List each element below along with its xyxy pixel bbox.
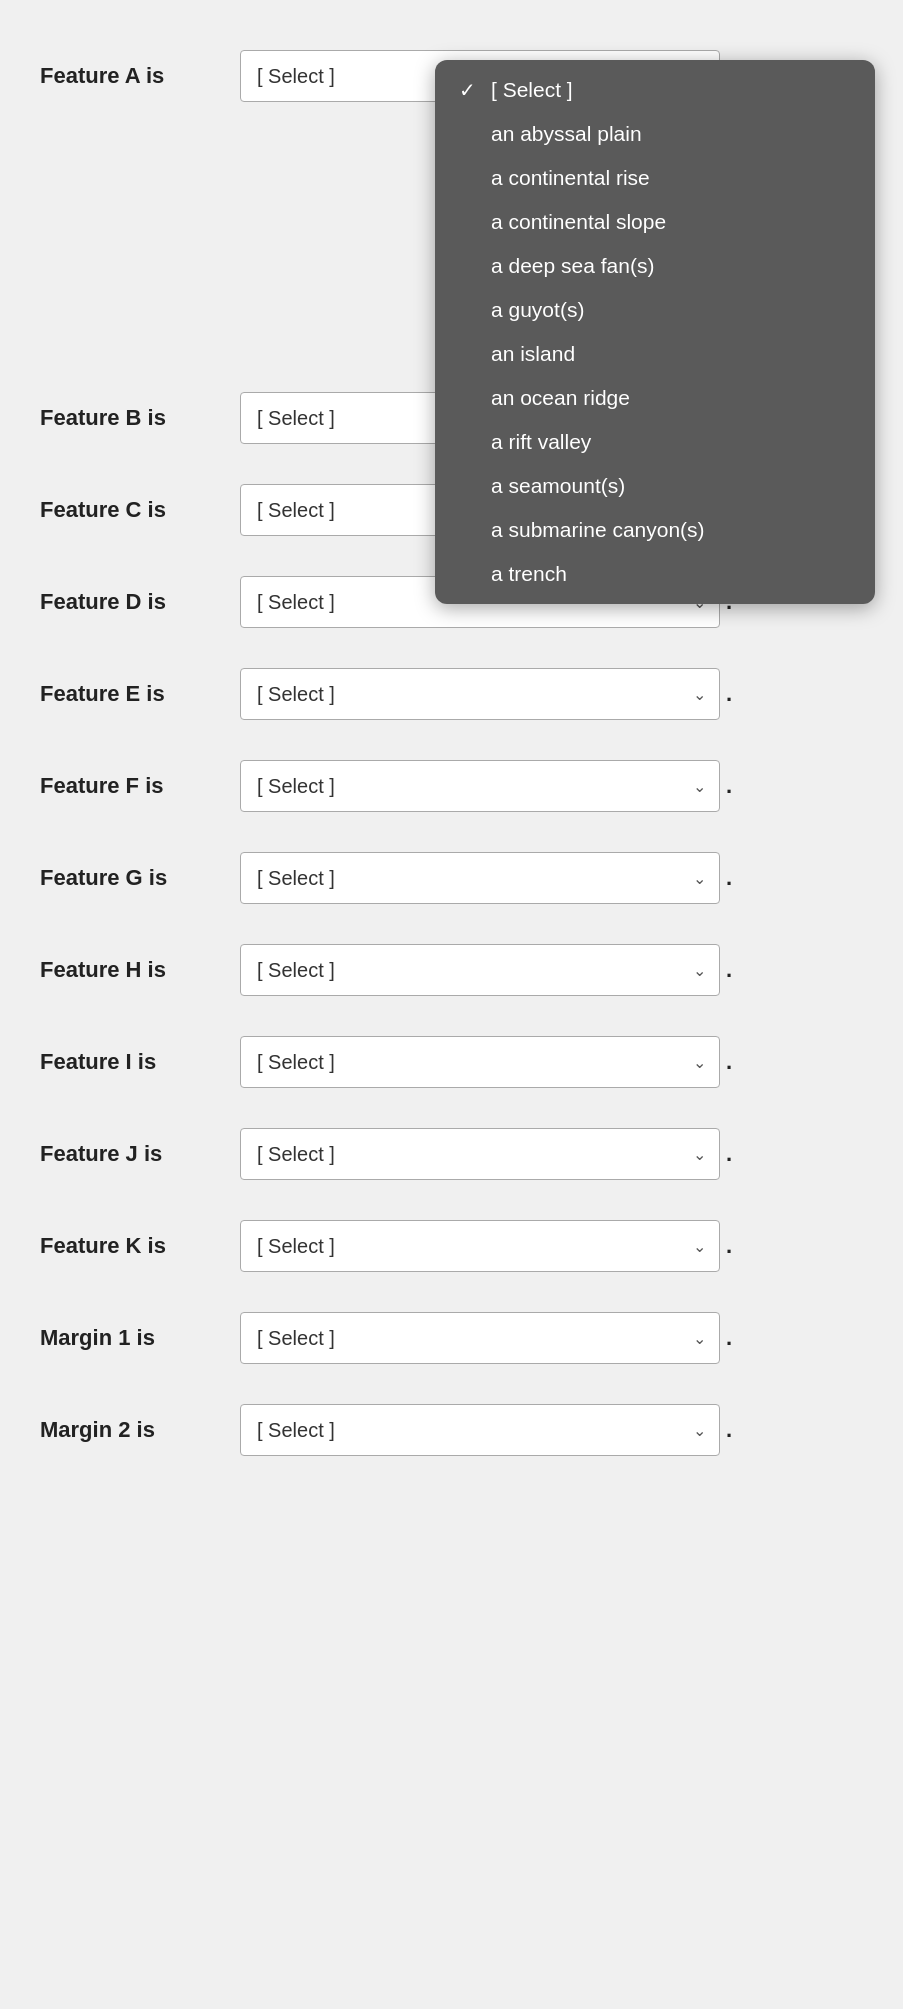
select-margin-2[interactable]: [ Select ] an abyssal plain a continenta…	[240, 1404, 720, 1456]
select-wrapper-feature-i: [ Select ] an abyssal plain a continenta…	[240, 1036, 720, 1088]
dot-feature-h: .	[726, 957, 732, 983]
form-row-feature-h: Feature H is [ Select ] an abyssal plain…	[40, 944, 863, 996]
dropdown-menu: ✓ [ Select ] an abyssal plain a continen…	[435, 60, 875, 604]
dropdown-item-label: a guyot(s)	[491, 298, 584, 322]
select-wrapper-feature-k: [ Select ] an abyssal plain a continenta…	[240, 1220, 720, 1272]
label-feature-k: Feature K is	[40, 1233, 240, 1259]
select-wrapper-feature-e: [ Select ] an abyssal plain a continenta…	[240, 668, 720, 720]
label-margin-2: Margin 2 is	[40, 1417, 240, 1443]
check-icon: ✓	[459, 78, 487, 102]
dot-margin-1: .	[726, 1325, 732, 1351]
select-feature-k[interactable]: [ Select ] an abyssal plain a continenta…	[240, 1220, 720, 1272]
label-feature-b: Feature B is	[40, 405, 240, 431]
form-row-feature-j: Feature J is [ Select ] an abyssal plain…	[40, 1128, 863, 1180]
select-wrapper-feature-g: [ Select ] an abyssal plain a continenta…	[240, 852, 720, 904]
form-row-feature-g: Feature G is [ Select ] an abyssal plain…	[40, 852, 863, 904]
select-wrapper-feature-f: [ Select ] an abyssal plain a continenta…	[240, 760, 720, 812]
select-margin-1[interactable]: [ Select ] an abyssal plain a continenta…	[240, 1312, 720, 1364]
form-row-feature-k: Feature K is [ Select ] an abyssal plain…	[40, 1220, 863, 1272]
dropdown-item-select[interactable]: ✓ [ Select ]	[435, 68, 875, 112]
dropdown-item-rift-valley[interactable]: a rift valley	[435, 420, 875, 464]
dropdown-item-submarine-canyon[interactable]: a submarine canyon(s)	[435, 508, 875, 552]
dropdown-item-label: a rift valley	[491, 430, 591, 454]
select-wrapper-feature-h: [ Select ] an abyssal plain a continenta…	[240, 944, 720, 996]
select-wrapper-feature-a: [ Select ] an abyssal plain a continenta…	[240, 50, 720, 102]
dropdown-item-label: an ocean ridge	[491, 386, 630, 410]
dropdown-item-guyot[interactable]: a guyot(s)	[435, 288, 875, 332]
select-feature-i[interactable]: [ Select ] an abyssal plain a continenta…	[240, 1036, 720, 1088]
dropdown-item-label: a deep sea fan(s)	[491, 254, 654, 278]
dropdown-item-abyssal-plain[interactable]: an abyssal plain	[435, 112, 875, 156]
dropdown-item-continental-slope[interactable]: a continental slope	[435, 200, 875, 244]
dot-margin-2: .	[726, 1417, 732, 1443]
label-feature-i: Feature I is	[40, 1049, 240, 1075]
dropdown-item-ocean-ridge[interactable]: an ocean ridge	[435, 376, 875, 420]
select-feature-g[interactable]: [ Select ] an abyssal plain a continenta…	[240, 852, 720, 904]
dot-feature-i: .	[726, 1049, 732, 1075]
label-feature-c: Feature C is	[40, 497, 240, 523]
select-feature-f[interactable]: [ Select ] an abyssal plain a continenta…	[240, 760, 720, 812]
dropdown-item-trench[interactable]: a trench	[435, 552, 875, 596]
select-feature-h[interactable]: [ Select ] an abyssal plain a continenta…	[240, 944, 720, 996]
dropdown-item-label: a continental rise	[491, 166, 650, 190]
form-row-margin-1: Margin 1 is [ Select ] an abyssal plain …	[40, 1312, 863, 1364]
dot-feature-e: .	[726, 681, 732, 707]
dot-feature-j: .	[726, 1141, 732, 1167]
form-row-feature-i: Feature I is [ Select ] an abyssal plain…	[40, 1036, 863, 1088]
form-row-margin-2: Margin 2 is [ Select ] an abyssal plain …	[40, 1404, 863, 1456]
dropdown-item-label: an island	[491, 342, 575, 366]
dropdown-item-label: a submarine canyon(s)	[491, 518, 705, 542]
select-feature-e[interactable]: [ Select ] an abyssal plain a continenta…	[240, 668, 720, 720]
label-feature-d: Feature D is	[40, 589, 240, 615]
label-feature-g: Feature G is	[40, 865, 240, 891]
select-feature-j[interactable]: [ Select ] an abyssal plain a continenta…	[240, 1128, 720, 1180]
form-row-feature-f: Feature F is [ Select ] an abyssal plain…	[40, 760, 863, 812]
dropdown-item-label: an abyssal plain	[491, 122, 642, 146]
dropdown-item-label: [ Select ]	[491, 78, 573, 102]
dot-feature-f: .	[726, 773, 732, 799]
label-feature-f: Feature F is	[40, 773, 240, 799]
dot-feature-k: .	[726, 1233, 732, 1259]
dropdown-item-label: a trench	[491, 562, 567, 586]
dropdown-item-seamount[interactable]: a seamount(s)	[435, 464, 875, 508]
label-feature-a: Feature A is	[40, 63, 240, 89]
select-wrapper-feature-j: [ Select ] an abyssal plain a continenta…	[240, 1128, 720, 1180]
label-feature-h: Feature H is	[40, 957, 240, 983]
form-row-feature-a: Feature A is [ Select ] an abyssal plain…	[40, 50, 863, 102]
form-row-feature-e: Feature E is [ Select ] an abyssal plain…	[40, 668, 863, 720]
dropdown-item-label: a continental slope	[491, 210, 666, 234]
dropdown-item-island[interactable]: an island	[435, 332, 875, 376]
select-wrapper-margin-1: [ Select ] an abyssal plain a continenta…	[240, 1312, 720, 1364]
label-margin-1: Margin 1 is	[40, 1325, 240, 1351]
label-feature-e: Feature E is	[40, 681, 240, 707]
dropdown-item-label: a seamount(s)	[491, 474, 625, 498]
dot-feature-g: .	[726, 865, 732, 891]
select-wrapper-margin-2: [ Select ] an abyssal plain a continenta…	[240, 1404, 720, 1456]
label-feature-j: Feature J is	[40, 1141, 240, 1167]
dropdown-item-continental-rise[interactable]: a continental rise	[435, 156, 875, 200]
dropdown-item-deep-sea-fan[interactable]: a deep sea fan(s)	[435, 244, 875, 288]
